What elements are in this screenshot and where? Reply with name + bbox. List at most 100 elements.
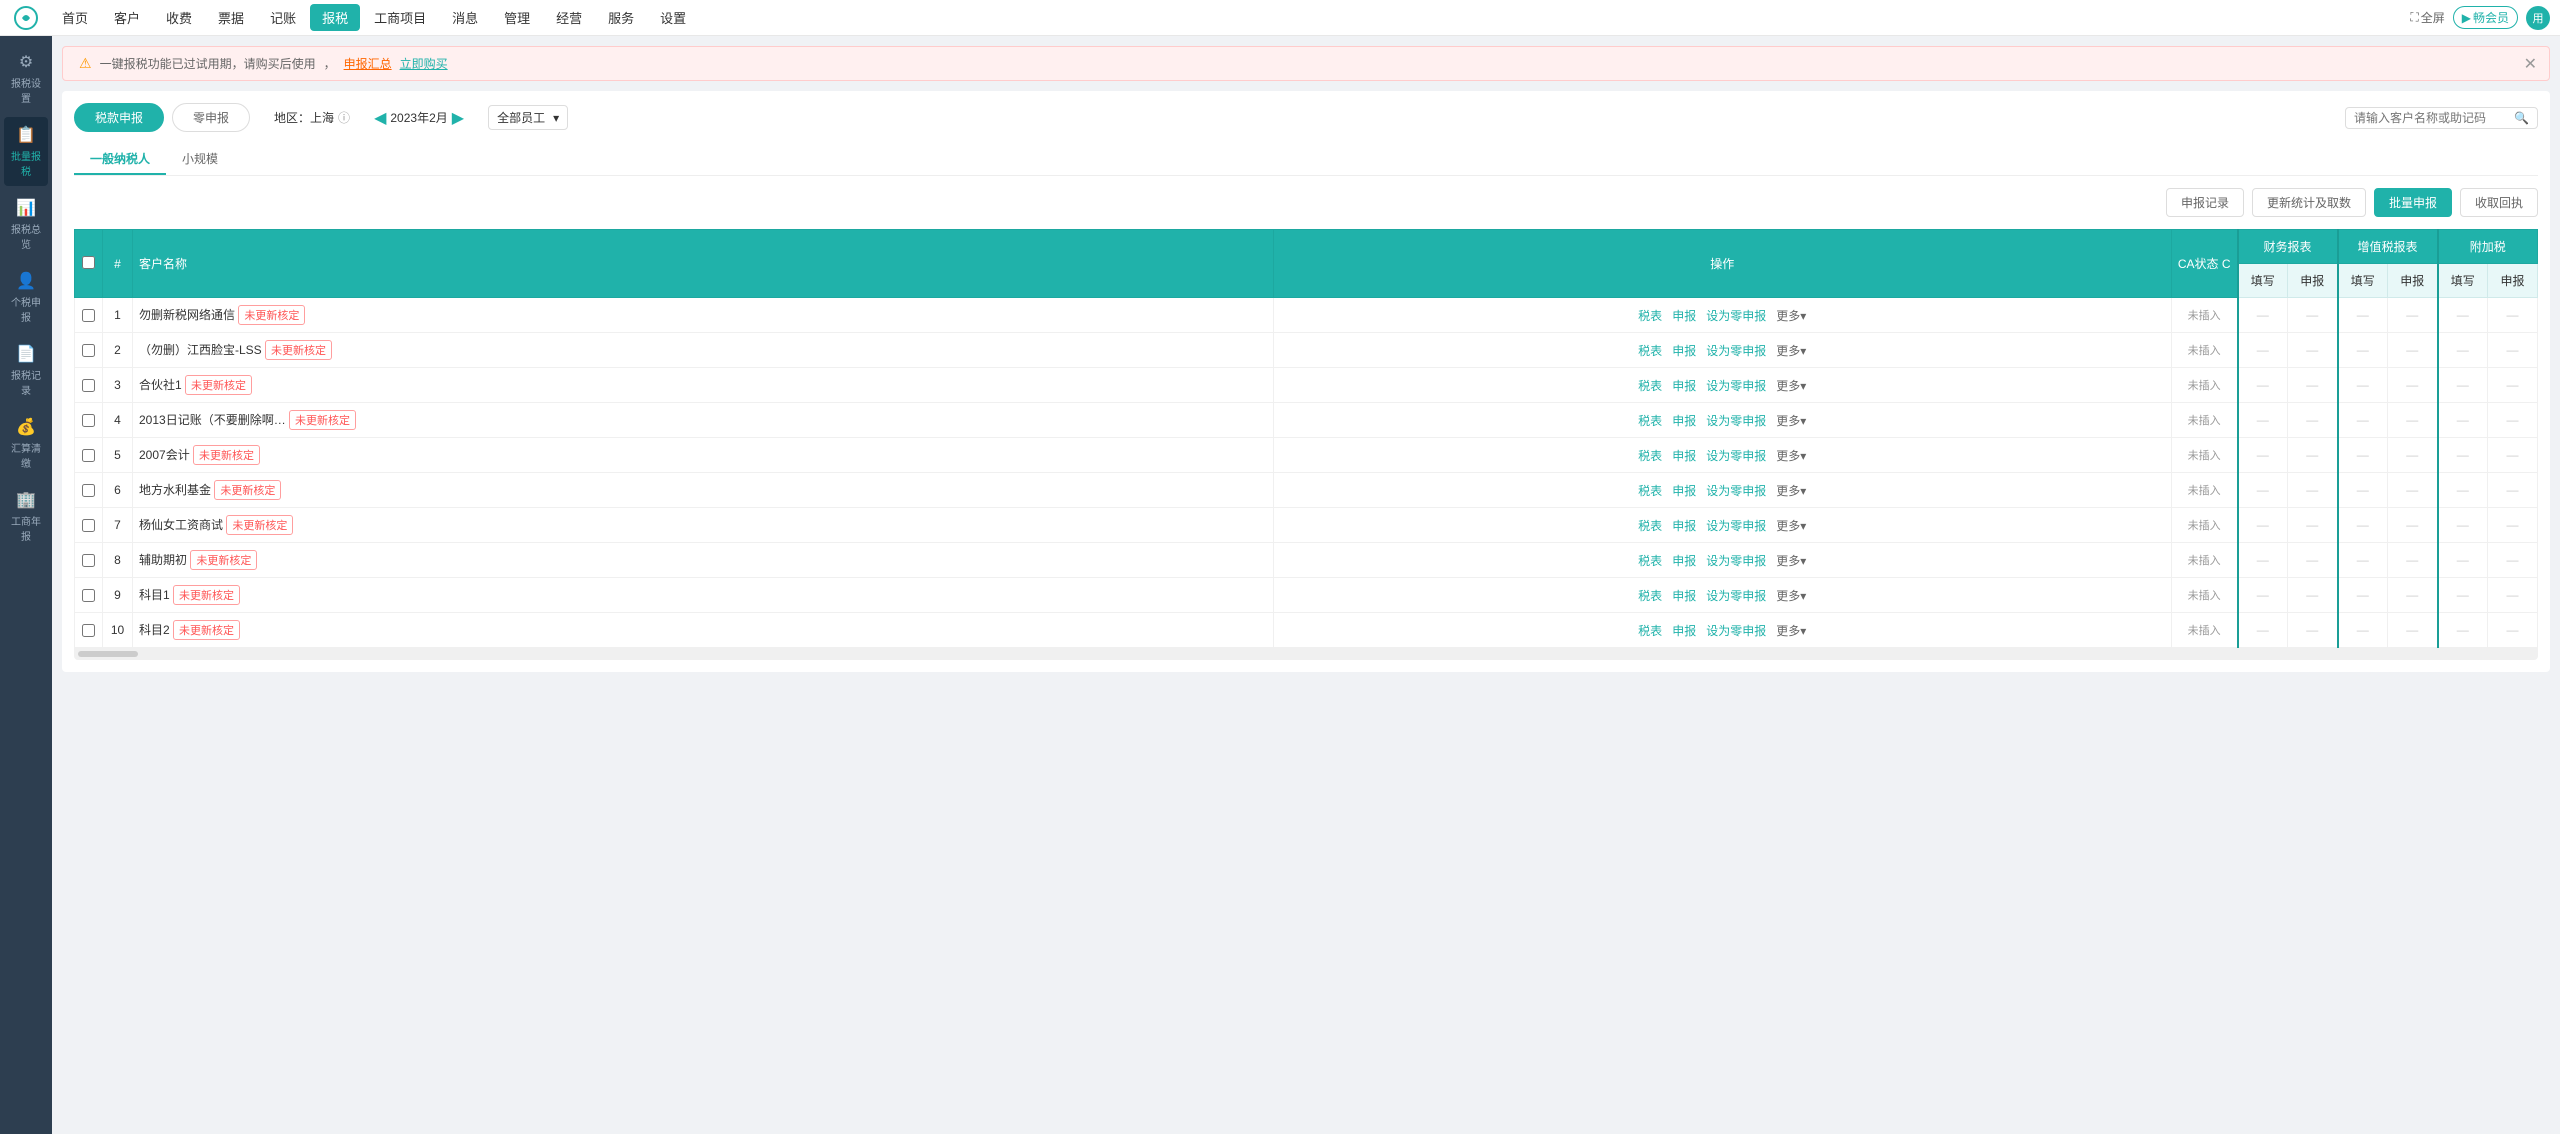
- op-more[interactable]: 更多▾: [1776, 449, 1806, 463]
- search-icon[interactable]: 🔍: [2514, 111, 2529, 125]
- row-checkbox-4[interactable]: [82, 449, 95, 462]
- nav-operation[interactable]: 经营: [544, 4, 594, 31]
- sidebar-item-tax-settings[interactable]: ⚙ 报税设置: [4, 44, 48, 113]
- top-nav-right: ⛶ 全屏 ▶ 畅会员 用: [2410, 6, 2550, 30]
- nav-client[interactable]: 客户: [102, 4, 152, 31]
- op-zero-report[interactable]: 设为零申报: [1706, 589, 1766, 603]
- op-more[interactable]: 更多▾: [1776, 379, 1806, 393]
- fullscreen-button[interactable]: ⛶ 全屏: [2410, 9, 2444, 26]
- op-tax-form[interactable]: 税表: [1638, 309, 1662, 323]
- op-tax-form[interactable]: 税表: [1638, 624, 1662, 638]
- op-tax-form[interactable]: 税表: [1638, 344, 1662, 358]
- row-tax-return-fill: —: [2338, 403, 2388, 438]
- op-more[interactable]: 更多▾: [1776, 344, 1806, 358]
- op-report[interactable]: 申报: [1672, 344, 1696, 358]
- row-checkbox-2[interactable]: [82, 379, 95, 392]
- select-all-checkbox[interactable]: [82, 256, 95, 269]
- row-checkbox-8[interactable]: [82, 589, 95, 602]
- op-tax-form[interactable]: 税表: [1638, 519, 1662, 533]
- date-next-button[interactable]: ▶: [452, 108, 464, 128]
- op-tax-form[interactable]: 税表: [1638, 554, 1662, 568]
- op-report[interactable]: 申报: [1672, 449, 1696, 463]
- op-more[interactable]: 更多▾: [1776, 554, 1806, 568]
- sidebar-item-batch-tax[interactable]: 📋 批量报税: [4, 117, 48, 186]
- nav-invoice[interactable]: 票据: [206, 4, 256, 31]
- op-tax-form[interactable]: 税表: [1638, 484, 1662, 498]
- op-tax-form[interactable]: 税表: [1638, 449, 1662, 463]
- scroll-thumb[interactable]: [78, 651, 138, 657]
- row-checkbox-6[interactable]: [82, 519, 95, 532]
- calc-clear-icon: 💰: [16, 417, 36, 437]
- op-zero-report[interactable]: 设为零申报: [1706, 554, 1766, 568]
- op-zero-report[interactable]: 设为零申报: [1706, 449, 1766, 463]
- op-report[interactable]: 申报: [1672, 554, 1696, 568]
- op-tax-form[interactable]: 税表: [1638, 379, 1662, 393]
- sidebar-item-biz-annual[interactable]: 🏢 工商年报: [4, 482, 48, 551]
- notification-link2[interactable]: 立即购买: [400, 55, 448, 72]
- nav-manage[interactable]: 管理: [492, 4, 542, 31]
- search-input[interactable]: [2354, 111, 2514, 125]
- nav-service[interactable]: 服务: [596, 4, 646, 31]
- op-zero-report[interactable]: 设为零申报: [1706, 309, 1766, 323]
- withdraw-button[interactable]: 收取回执: [2460, 188, 2538, 217]
- staff-select[interactable]: 全部员工 ▾: [488, 105, 568, 130]
- op-tax-form[interactable]: 税表: [1638, 414, 1662, 428]
- row-checkbox-1[interactable]: [82, 344, 95, 357]
- sidebar-item-tax-records[interactable]: 📄 报税记录: [4, 336, 48, 405]
- op-more[interactable]: 更多▾: [1776, 624, 1806, 638]
- member-button[interactable]: ▶ 畅会员: [2453, 6, 2518, 29]
- user-avatar[interactable]: 用: [2526, 6, 2550, 30]
- row-added-tax-fill: —: [2438, 333, 2488, 368]
- status-badge: 未更新核定: [190, 550, 257, 570]
- nav-settings[interactable]: 设置: [648, 4, 698, 31]
- op-more[interactable]: 更多▾: [1776, 414, 1806, 428]
- row-checkbox-9[interactable]: [82, 624, 95, 637]
- row-checkbox-cell: [75, 368, 103, 403]
- op-report[interactable]: 申报: [1672, 624, 1696, 638]
- op-zero-report[interactable]: 设为零申报: [1706, 379, 1766, 393]
- op-zero-report[interactable]: 设为零申报: [1706, 519, 1766, 533]
- op-more[interactable]: 更多▾: [1776, 519, 1806, 533]
- op-more[interactable]: 更多▾: [1776, 309, 1806, 323]
- nav-charge[interactable]: 收费: [154, 4, 204, 31]
- nav-ledger[interactable]: 记账: [258, 4, 308, 31]
- op-report[interactable]: 申报: [1672, 379, 1696, 393]
- row-checkbox-7[interactable]: [82, 554, 95, 567]
- nav-biz[interactable]: 工商项目: [362, 4, 438, 31]
- op-tax-form[interactable]: 税表: [1638, 589, 1662, 603]
- op-report[interactable]: 申报: [1672, 484, 1696, 498]
- info-icon[interactable]: ⓘ: [338, 109, 350, 126]
- sidebar-item-tax-overview[interactable]: 📊 报税总览: [4, 190, 48, 259]
- update-stats-button[interactable]: 更新统计及取数: [2252, 188, 2366, 217]
- date-prev-button[interactable]: ◀: [374, 108, 386, 128]
- notification-link1[interactable]: 申报汇总: [344, 55, 392, 72]
- sidebar-item-calc-clear[interactable]: 💰 汇算清缴: [4, 409, 48, 478]
- op-report[interactable]: 申报: [1672, 309, 1696, 323]
- tab-zero-declaration[interactable]: 零申报: [172, 103, 250, 132]
- op-report[interactable]: 申报: [1672, 519, 1696, 533]
- row-checkbox-5[interactable]: [82, 484, 95, 497]
- op-zero-report[interactable]: 设为零申报: [1706, 484, 1766, 498]
- op-zero-report[interactable]: 设为零申报: [1706, 414, 1766, 428]
- batch-report-button[interactable]: 批量申报: [2374, 188, 2452, 217]
- row-checkbox-3[interactable]: [82, 414, 95, 427]
- nav-message[interactable]: 消息: [440, 4, 490, 31]
- op-more[interactable]: 更多▾: [1776, 484, 1806, 498]
- th-number: #: [103, 230, 133, 298]
- op-zero-report[interactable]: 设为零申报: [1706, 624, 1766, 638]
- record-button[interactable]: 申报记录: [2166, 188, 2244, 217]
- tab-general-taxpayer[interactable]: 一般纳税人: [74, 144, 166, 175]
- op-more[interactable]: 更多▾: [1776, 589, 1806, 603]
- tab-small-scale[interactable]: 小规模: [166, 144, 234, 175]
- nav-home[interactable]: 首页: [50, 4, 100, 31]
- op-report[interactable]: 申报: [1672, 414, 1696, 428]
- nav-tax[interactable]: 报税: [310, 4, 360, 31]
- op-report[interactable]: 申报: [1672, 589, 1696, 603]
- tab-tax-declaration[interactable]: 税款申报: [74, 103, 164, 132]
- row-number: 10: [103, 613, 133, 648]
- th-added-tax-report: 申报: [2488, 264, 2538, 298]
- op-zero-report[interactable]: 设为零申报: [1706, 344, 1766, 358]
- row-checkbox-0[interactable]: [82, 309, 95, 322]
- notification-close[interactable]: ✕: [2524, 54, 2537, 74]
- sidebar-item-personal-tax[interactable]: 👤 个税申报: [4, 263, 48, 332]
